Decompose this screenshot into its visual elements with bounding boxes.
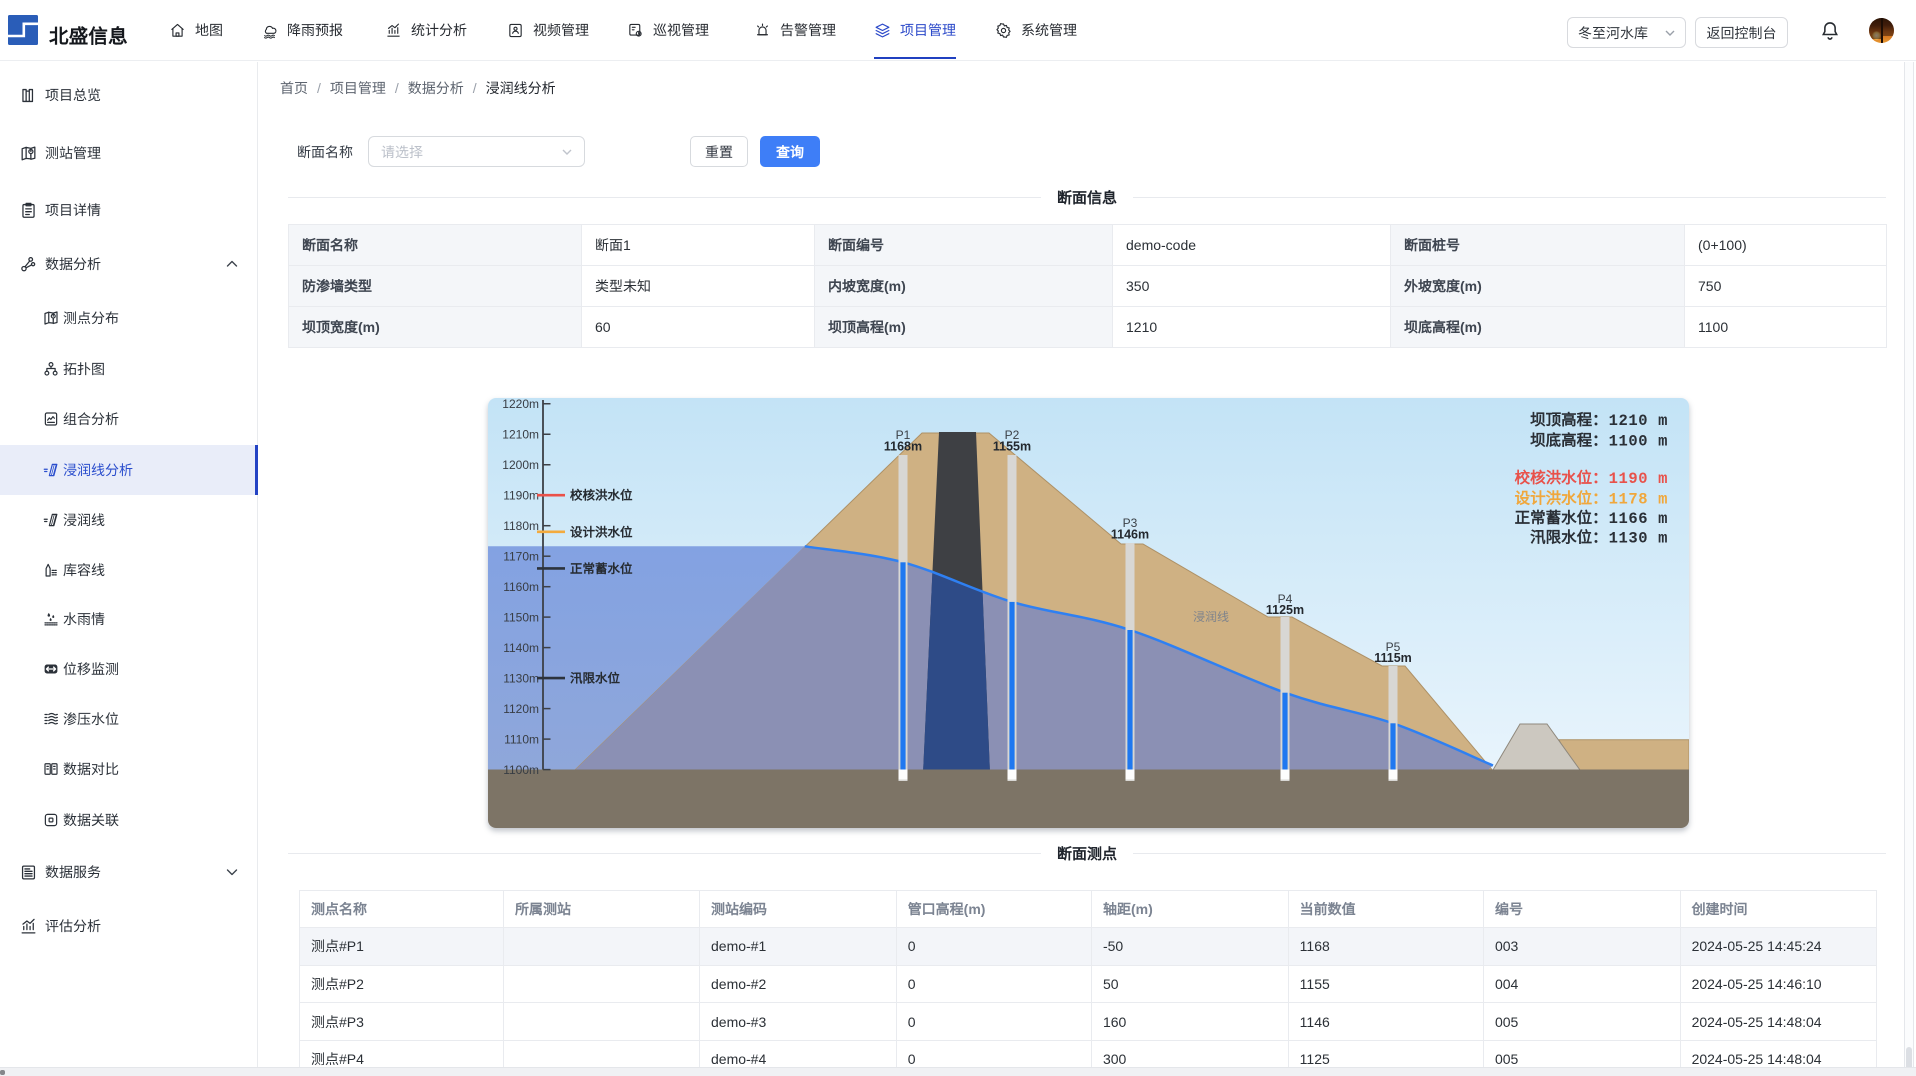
svg-text:设计洪水位: 设计洪水位 bbox=[570, 521, 633, 540]
svg-text:1220m: 1220m bbox=[502, 398, 539, 412]
svg-text:校核洪水位: 校核洪水位 bbox=[570, 485, 633, 504]
svg-text:1200m: 1200m bbox=[502, 456, 539, 473]
svg-text:1130m: 1130m bbox=[503, 669, 539, 686]
svg-text:1140m: 1140m bbox=[503, 639, 539, 656]
svg-text:1170m: 1170m bbox=[503, 547, 539, 564]
svg-text:校核洪水位：1190 m: 校核洪水位：1190 m bbox=[1515, 466, 1668, 488]
svg-text:1125m: 1125m bbox=[1266, 599, 1304, 618]
svg-text:1155m: 1155m bbox=[993, 436, 1031, 455]
svg-text:1180m: 1180m bbox=[503, 517, 539, 534]
svg-text:1210m: 1210m bbox=[502, 425, 539, 442]
svg-text:1100m: 1100m bbox=[503, 761, 539, 778]
svg-text:浸润线: 浸润线 bbox=[1193, 608, 1229, 625]
svg-text:正常蓄水位: 正常蓄水位 bbox=[570, 558, 633, 577]
svg-text:1110m: 1110m bbox=[504, 730, 539, 747]
svg-text:汛限水位：1130 m: 汛限水位：1130 m bbox=[1530, 525, 1668, 547]
svg-text:1115m: 1115m bbox=[1374, 647, 1412, 666]
svg-text:1168m: 1168m bbox=[884, 436, 922, 455]
svg-text:1150m: 1150m bbox=[503, 608, 539, 625]
svg-text:1190m: 1190m bbox=[503, 486, 539, 503]
svg-text:1146m: 1146m bbox=[1111, 524, 1149, 543]
svg-text:1120m: 1120m bbox=[503, 700, 539, 717]
svg-text:1160m: 1160m bbox=[503, 578, 539, 595]
svg-text:坝底高程：1100 m: 坝底高程：1100 m bbox=[1530, 429, 1668, 451]
svg-text:坝顶高程：1210 m: 坝顶高程：1210 m bbox=[1530, 408, 1668, 430]
svg-text:汛限水位: 汛限水位 bbox=[570, 668, 621, 687]
